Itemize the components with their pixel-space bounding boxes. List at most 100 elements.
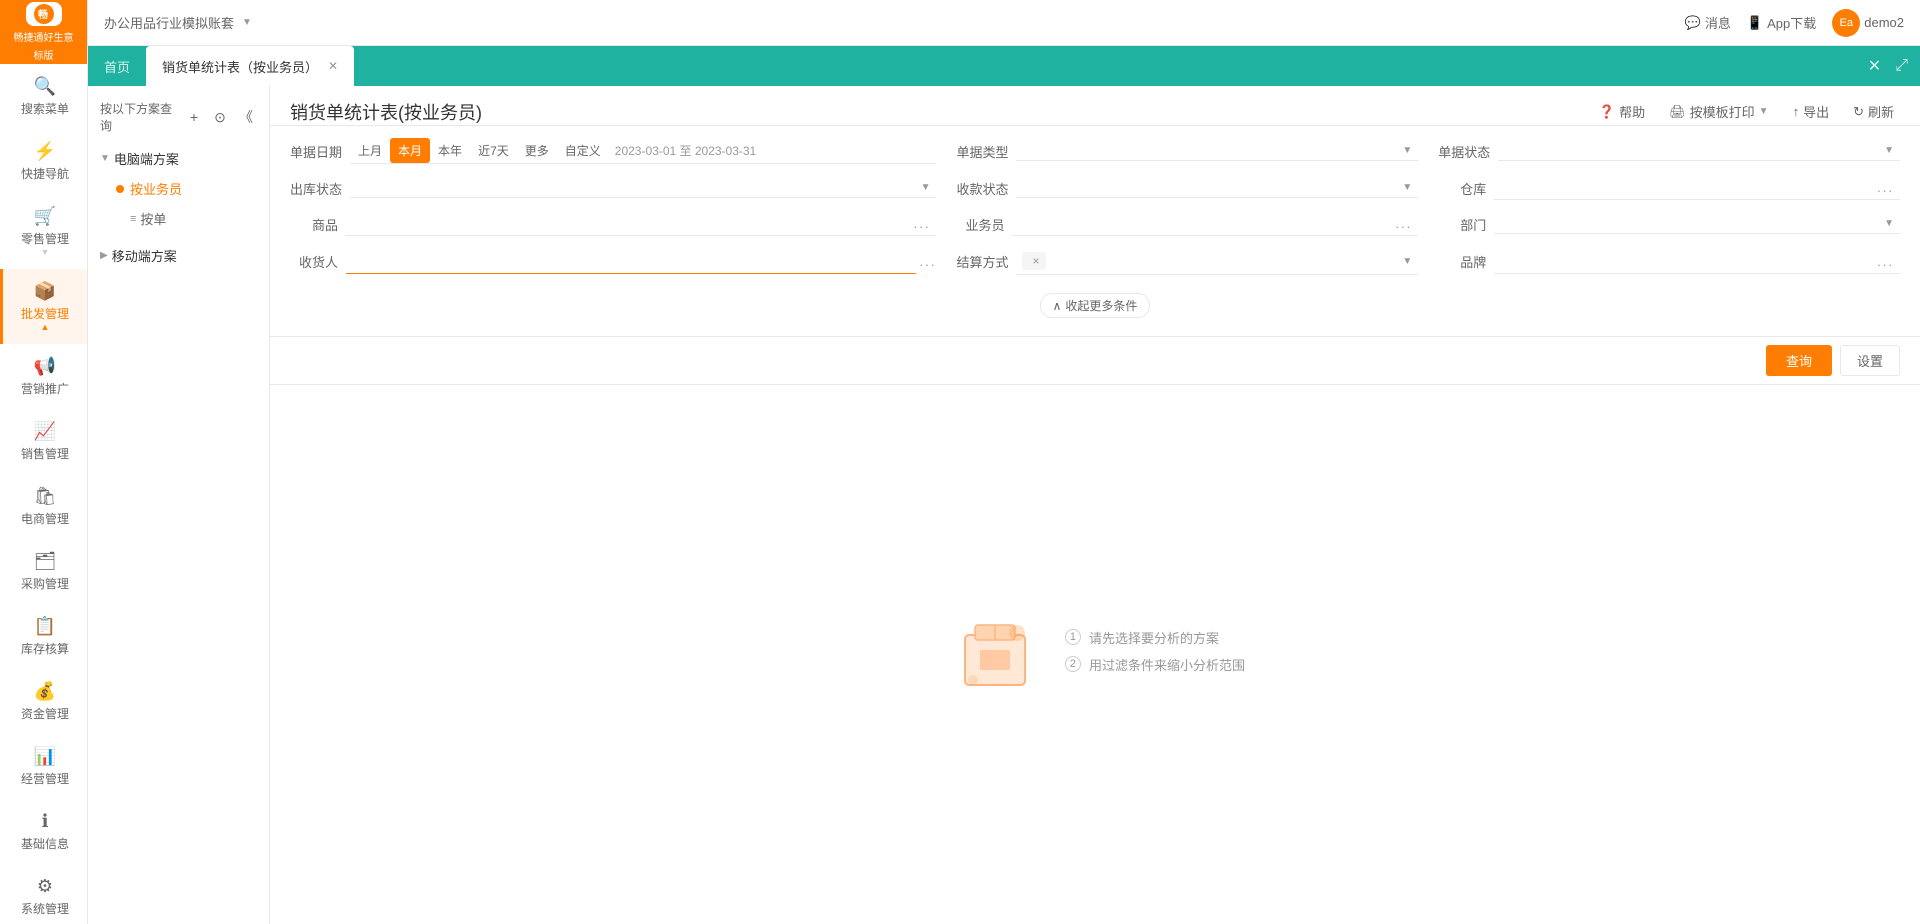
tab-home-label: 首页 bbox=[104, 57, 130, 76]
tab-close-btn[interactable]: ✕ bbox=[1864, 52, 1885, 80]
message-icon: 💬 bbox=[1685, 15, 1701, 31]
user-menu[interactable]: Ea demo2 bbox=[1832, 9, 1904, 37]
wholesale-arrow-icon: ▲ bbox=[41, 322, 50, 332]
filter-consignee: 收货人 ... bbox=[290, 250, 936, 274]
tab-expand-btn[interactable]: ⤢ bbox=[1891, 53, 1912, 79]
date-option-this-month[interactable]: 本月 bbox=[390, 138, 430, 163]
tab-home[interactable]: 首页 bbox=[88, 46, 146, 86]
brand-select[interactable]: ... bbox=[1494, 250, 1900, 274]
date-option-last-month[interactable]: 上月 bbox=[350, 138, 390, 163]
scheme-query-label: 按以下方案查询 bbox=[100, 100, 183, 134]
doc-type-label: 单据类型 bbox=[956, 142, 1008, 161]
scheme-item-by-staff[interactable]: 按业务员 bbox=[88, 173, 269, 204]
print-icon: 🖨 bbox=[1669, 104, 1686, 120]
ecommerce-icon: 🛍 bbox=[34, 486, 57, 507]
topbar-right: 💬 消息 📱 App下载 Ea demo2 bbox=[1685, 9, 1904, 37]
warehouse-dots-icon: ... bbox=[1877, 180, 1894, 195]
scheme-group-pc-header[interactable]: ▼ 电脑端方案 bbox=[88, 144, 269, 173]
svg-text:畅: 畅 bbox=[38, 8, 48, 21]
page-header-actions: ❓ 帮助 🖨 按模板打印 ▼ ↑ 导出 ↻ 刷新 bbox=[1593, 98, 1900, 125]
account-dropdown-icon[interactable]: ▼ bbox=[242, 17, 252, 28]
sidebar-item-inventory[interactable]: 📋 库存核算 bbox=[0, 604, 87, 669]
empty-step-2: 2 用过滤条件来缩小分析范围 bbox=[1065, 655, 1245, 674]
sidebar-item-shortcut[interactable]: ⚡ 快捷导航 bbox=[0, 129, 87, 194]
date-option-custom[interactable]: 自定义 bbox=[557, 138, 609, 163]
page-header: 销货单统计表(按业务员) ❓ 帮助 🖨 按模板打印 ▼ ↑ 导出 bbox=[270, 86, 1920, 126]
scheme-item-by-staff-label: 按业务员 bbox=[130, 179, 182, 198]
payment-tag-close-btn[interactable]: × bbox=[1032, 254, 1039, 268]
shortcut-icon: ⚡ bbox=[34, 141, 56, 162]
sidebar-item-wholesale[interactable]: 📦 批发管理 ▲ bbox=[0, 269, 87, 344]
message-btn[interactable]: 💬 消息 bbox=[1685, 13, 1731, 32]
sidebar-item-sales[interactable]: 📈 销售管理 bbox=[0, 409, 87, 474]
settings-button[interactable]: 设置 bbox=[1840, 345, 1900, 376]
refresh-btn[interactable]: ↻ 刷新 bbox=[1847, 98, 1900, 125]
sidebar-item-system[interactable]: ⚙ 系统管理 bbox=[0, 864, 87, 924]
date-option-7days[interactable]: 近7天 bbox=[470, 138, 517, 163]
step-1-num: 1 bbox=[1065, 629, 1081, 645]
sidebar-item-ecommerce[interactable]: 🛍 电商管理 bbox=[0, 474, 87, 539]
filter-area: 单据日期 上月 本月 本年 近7天 更多 自定义 2023-03-01 至 20… bbox=[270, 126, 1920, 337]
operation-icon: 📊 bbox=[34, 746, 56, 767]
purchase-icon: 🗂 bbox=[34, 551, 57, 572]
action-bar: 查询 设置 bbox=[270, 337, 1920, 385]
mobile-group-label: 移动端方案 bbox=[112, 246, 177, 265]
scheme-group-mobile-header[interactable]: ▶ 移动端方案 bbox=[88, 241, 269, 270]
receipt-status-arrow-icon: ▼ bbox=[1402, 182, 1412, 193]
warehouse-select[interactable]: ... bbox=[1494, 176, 1900, 200]
scheme-group-pc: ▼ 电脑端方案 按业务员 ≡ 按单 bbox=[88, 140, 269, 237]
help-btn[interactable]: ❓ 帮助 bbox=[1593, 98, 1651, 125]
scheme-settings-btn[interactable]: ⊙ bbox=[209, 106, 231, 128]
sidebar-item-search-label: 搜索菜单 bbox=[21, 100, 69, 117]
app-download-btn[interactable]: 📱 App下载 bbox=[1747, 13, 1816, 32]
filter-date: 单据日期 上月 本月 本年 近7天 更多 自定义 2023-03-01 至 20… bbox=[290, 138, 936, 164]
query-button[interactable]: 查询 bbox=[1766, 345, 1832, 376]
sidebar-item-marketing[interactable]: 📢 营销推广 bbox=[0, 344, 87, 409]
print-dropdown-icon[interactable]: ▼ bbox=[1759, 106, 1769, 117]
tab-sales-stat-close-icon[interactable]: ✕ bbox=[328, 59, 338, 73]
department-select[interactable]: ▼ bbox=[1494, 214, 1900, 234]
date-range: 2023-03-01 至 2023-03-31 bbox=[609, 138, 762, 163]
date-option-more[interactable]: 更多 bbox=[517, 138, 557, 163]
date-option-this-year[interactable]: 本年 bbox=[430, 138, 470, 163]
refresh-icon: ↻ bbox=[1853, 104, 1864, 120]
sidebar-item-retail[interactable]: 🛒 零售管理 ▼ bbox=[0, 194, 87, 269]
main-area: 办公用品行业模拟账套 ▼ 💬 消息 📱 App下载 Ea demo2 首页 bbox=[88, 0, 1920, 924]
doc-type-select[interactable]: ▼ bbox=[1016, 141, 1418, 161]
message-label: 消息 bbox=[1705, 13, 1731, 32]
template-print-btn[interactable]: 🖨 按模板打印 ▼ bbox=[1663, 98, 1774, 125]
out-status-select[interactable]: ▼ bbox=[350, 178, 936, 198]
filter-payment: 结算方式 × ▼ bbox=[956, 248, 1418, 275]
staff-select[interactable]: ... bbox=[1012, 212, 1418, 236]
sidebar-item-operation[interactable]: 📊 经营管理 bbox=[0, 734, 87, 799]
scheme-group-mobile: ▶ 移动端方案 bbox=[88, 237, 269, 274]
empty-illustration bbox=[945, 605, 1045, 705]
sidebar-item-search[interactable]: 🔍 搜索菜单 bbox=[0, 64, 87, 129]
search-icon: 🔍 bbox=[34, 76, 56, 97]
sidebar-item-marketing-label: 营销推广 bbox=[21, 380, 69, 397]
right-panel: 销货单统计表(按业务员) ❓ 帮助 🖨 按模板打印 ▼ ↑ 导出 bbox=[270, 86, 1920, 924]
tab-sales-stat[interactable]: 销货单统计表（按业务员） ✕ bbox=[146, 46, 354, 86]
doc-status-select[interactable]: ▼ bbox=[1498, 141, 1900, 161]
sidebar-item-inventory-label: 库存核算 bbox=[21, 640, 69, 657]
consignee-dots-icon: ... bbox=[920, 254, 937, 269]
app-download-label: App下载 bbox=[1767, 13, 1816, 32]
app-icon: 📱 bbox=[1747, 15, 1763, 31]
logo-subtext: 标版 bbox=[34, 47, 54, 62]
scheme-collapse-btn[interactable]: 《 bbox=[235, 106, 257, 128]
empty-step-1: 1 请先选择要分析的方案 bbox=[1065, 628, 1245, 647]
export-btn[interactable]: ↑ 导出 bbox=[1787, 98, 1836, 125]
sidebar-item-basic-label: 基础信息 bbox=[21, 835, 69, 852]
scheme-sub-item-by-order[interactable]: ≡ 按单 bbox=[88, 204, 269, 233]
goods-select[interactable]: ... bbox=[346, 212, 936, 236]
receipt-status-select[interactable]: ▼ bbox=[1016, 178, 1418, 198]
sidebar-item-purchase[interactable]: 🗂 采购管理 bbox=[0, 539, 87, 604]
collapse-btn[interactable]: ∧ 收起更多条件 bbox=[1040, 293, 1151, 318]
out-status-label: 出库状态 bbox=[290, 179, 342, 198]
sidebar-item-basic[interactable]: ℹ 基础信息 bbox=[0, 799, 87, 864]
sidebar-item-finance[interactable]: 💰 资金管理 bbox=[0, 669, 87, 734]
date-label: 单据日期 bbox=[290, 142, 342, 161]
scheme-add-btn[interactable]: + bbox=[183, 106, 205, 128]
payment-select[interactable]: × ▼ bbox=[1016, 248, 1418, 275]
consignee-input[interactable] bbox=[346, 250, 916, 274]
